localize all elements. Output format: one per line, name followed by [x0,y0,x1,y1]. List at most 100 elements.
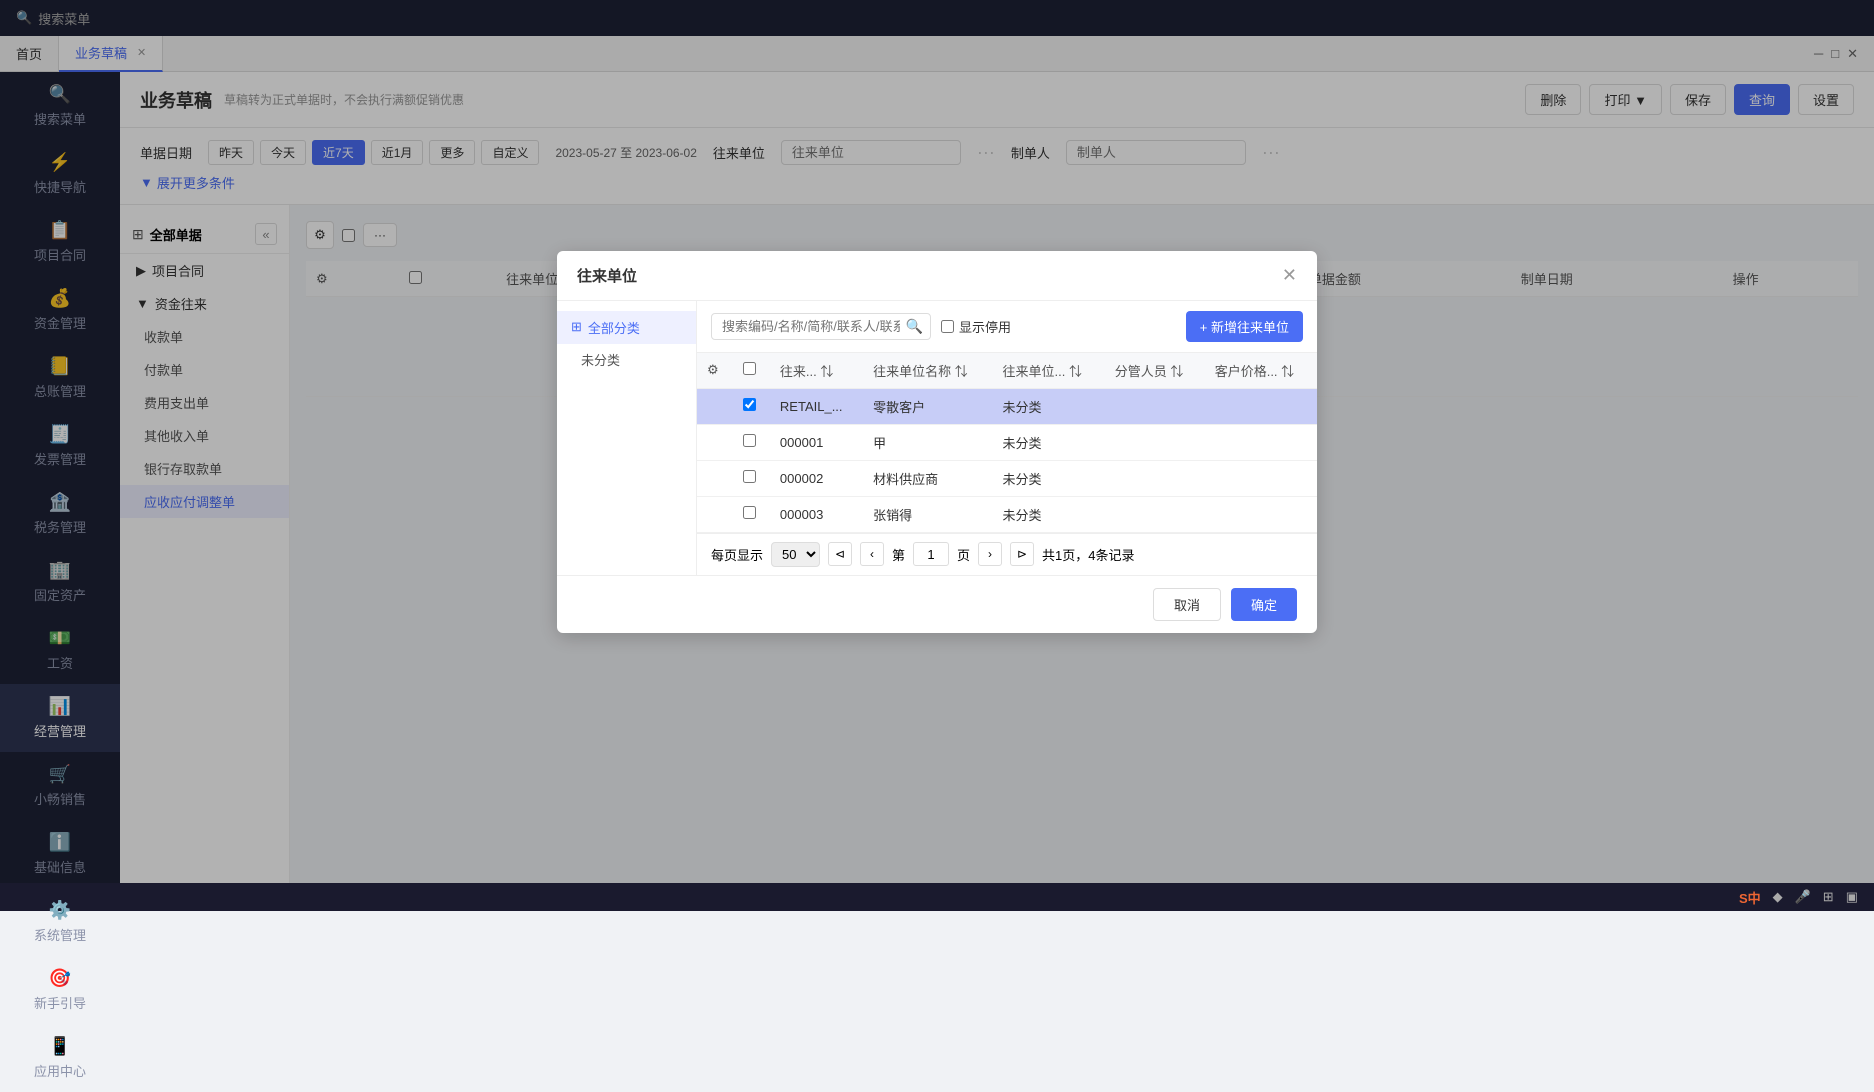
show-disabled-text: 显示停用 [959,317,1011,336]
search-wrap: 🔍 [711,313,931,340]
uncategorized-label: 未分类 [581,353,620,368]
row-select-checkbox[interactable] [743,398,756,411]
partner-table-row[interactable]: 000002 材料供应商 未分类 [697,460,1317,496]
page-number-input[interactable] [913,542,949,566]
row-manager [1105,424,1205,460]
dialog-title: 往来单位 [577,265,1282,286]
th-price: 客户价格... ⇅ [1205,353,1317,389]
row-name: 零散客户 [863,388,992,424]
row-code: 000001 [770,424,863,460]
th-settings-icon: ⚙ [707,362,719,377]
confirm-button[interactable]: 确定 [1231,588,1297,621]
row-checkbox[interactable] [733,460,770,496]
page-next-btn[interactable]: › [978,542,1002,566]
row-name: 材料供应商 [863,460,992,496]
sidebar-item-guide[interactable]: 🎯 新手引导 [0,956,120,1024]
row-name: 张销得 [863,496,992,532]
th-code: 往来... ⇅ [770,353,863,389]
status-icon-mic: 🎤 [1795,889,1811,905]
dialog-body: ⊞ 全部分类 未分类 🔍 显示停用 [557,301,1317,575]
row-settings [697,388,733,424]
row-checkbox[interactable] [733,424,770,460]
sidebar-item-appcenter[interactable]: 📱 应用中心 [0,1024,120,1092]
row-code: 000002 [770,460,863,496]
row-settings [697,460,733,496]
guide-icon: 🎯 [49,968,71,989]
row-code: 000003 [770,496,863,532]
dialog-close-btn[interactable]: ✕ [1282,265,1297,286]
status-bar: S中 ◆ 🎤 ⊞ ▣ [0,883,1874,911]
page-size-select[interactable]: 50 [771,542,820,567]
th-category: 往来单位... ⇅ [992,353,1104,389]
dialog-right-panel: 🔍 显示停用 + 新增往来单位 ⚙ [697,301,1317,575]
row-price [1205,460,1317,496]
page-label: 第 [892,545,905,564]
row-settings [697,424,733,460]
partner-dialog: 往来单位 ✕ ⊞ 全部分类 未分类 🔍 [557,251,1317,633]
partner-table: ⚙ 往来... ⇅ 往来单位名称 ⇅ 往来单位... ⇅ [697,353,1317,533]
status-icon-s: S中 [1739,888,1761,907]
dialog-toolbar: 🔍 显示停用 + 新增往来单位 [697,301,1317,353]
sort-cat-icon: ⇅ [1069,364,1082,379]
row-category: 未分类 [992,460,1104,496]
dialog-actions: 取消 确定 [557,575,1317,633]
add-partner-btn[interactable]: + 新增往来单位 [1186,311,1303,342]
row-price [1205,424,1317,460]
row-price [1205,496,1317,532]
partner-table-row[interactable]: 000001 甲 未分类 [697,424,1317,460]
sidebar-system-label: 系统管理 [34,925,86,944]
row-checkbox[interactable] [733,388,770,424]
dialog-table-wrap: ⚙ 往来... ⇅ 往来单位名称 ⇅ 往来单位... ⇅ [697,353,1317,533]
dialog-header: 往来单位 ✕ [557,251,1317,301]
page-total: 共1页，4条记录 [1042,545,1134,564]
status-icon-grid: ⊞ [1823,889,1834,905]
partner-table-row[interactable]: 000003 张销得 未分类 [697,496,1317,532]
dialog-all-category[interactable]: ⊞ 全部分类 [557,311,696,344]
cancel-button[interactable]: 取消 [1153,588,1221,621]
row-price [1205,388,1317,424]
dialog-uncategorized[interactable]: 未分类 [557,344,696,375]
modal-overlay: 往来单位 ✕ ⊞ 全部分类 未分类 🔍 [0,0,1874,883]
sort-price-icon: ⇅ [1281,364,1294,379]
sort-mgr-icon: ⇅ [1170,364,1183,379]
sidebar-guide-label: 新手引导 [34,993,86,1012]
page-first-btn[interactable]: ⊲ [828,542,852,566]
row-code: RETAIL_... [770,388,863,424]
row-category: 未分类 [992,388,1104,424]
dialog-pagination: 每页显示 50 ⊲ ‹ 第 页 › ⊳ 共1页，4条记录 [697,533,1317,575]
sidebar-appcenter-label: 应用中心 [34,1061,86,1080]
row-category: 未分类 [992,424,1104,460]
show-disabled-checkbox[interactable] [941,320,954,333]
page-prev-btn[interactable]: ‹ [860,542,884,566]
row-manager [1105,460,1205,496]
row-select-checkbox[interactable] [743,506,756,519]
row-checkbox[interactable] [733,496,770,532]
appcenter-icon: 📱 [49,1036,71,1057]
page-last-btn[interactable]: ⊳ [1010,542,1034,566]
th-settings: ⚙ [697,353,733,389]
status-icon-diamond: ◆ [1773,889,1783,905]
th-name: 往来单位名称 ⇅ [863,353,992,389]
page-unit: 页 [957,545,970,564]
row-name: 甲 [863,424,992,460]
th-manager: 分管人员 ⇅ [1105,353,1205,389]
row-manager [1105,496,1205,532]
partner-search-input[interactable] [711,313,931,340]
search-icon: 🔍 [906,318,923,335]
sort-icon: ⇅ [820,364,833,379]
show-disabled-label[interactable]: 显示停用 [941,317,1011,336]
partner-header-checkbox[interactable] [743,362,756,375]
sort-name-icon: ⇅ [955,364,968,379]
row-select-checkbox[interactable] [743,470,756,483]
row-category: 未分类 [992,496,1104,532]
th-checkbox [733,353,770,389]
partner-table-row[interactable]: RETAIL_... 零散客户 未分类 [697,388,1317,424]
sidebar-item-system[interactable]: ⚙️ 系统管理 [0,888,120,956]
row-settings [697,496,733,532]
status-icon-screen: ▣ [1846,889,1858,905]
all-category-icon: ⊞ [571,319,582,335]
system-icon: ⚙️ [49,900,71,921]
page-size-label: 每页显示 [711,545,763,564]
row-select-checkbox[interactable] [743,434,756,447]
dialog-left-panel: ⊞ 全部分类 未分类 [557,301,697,575]
